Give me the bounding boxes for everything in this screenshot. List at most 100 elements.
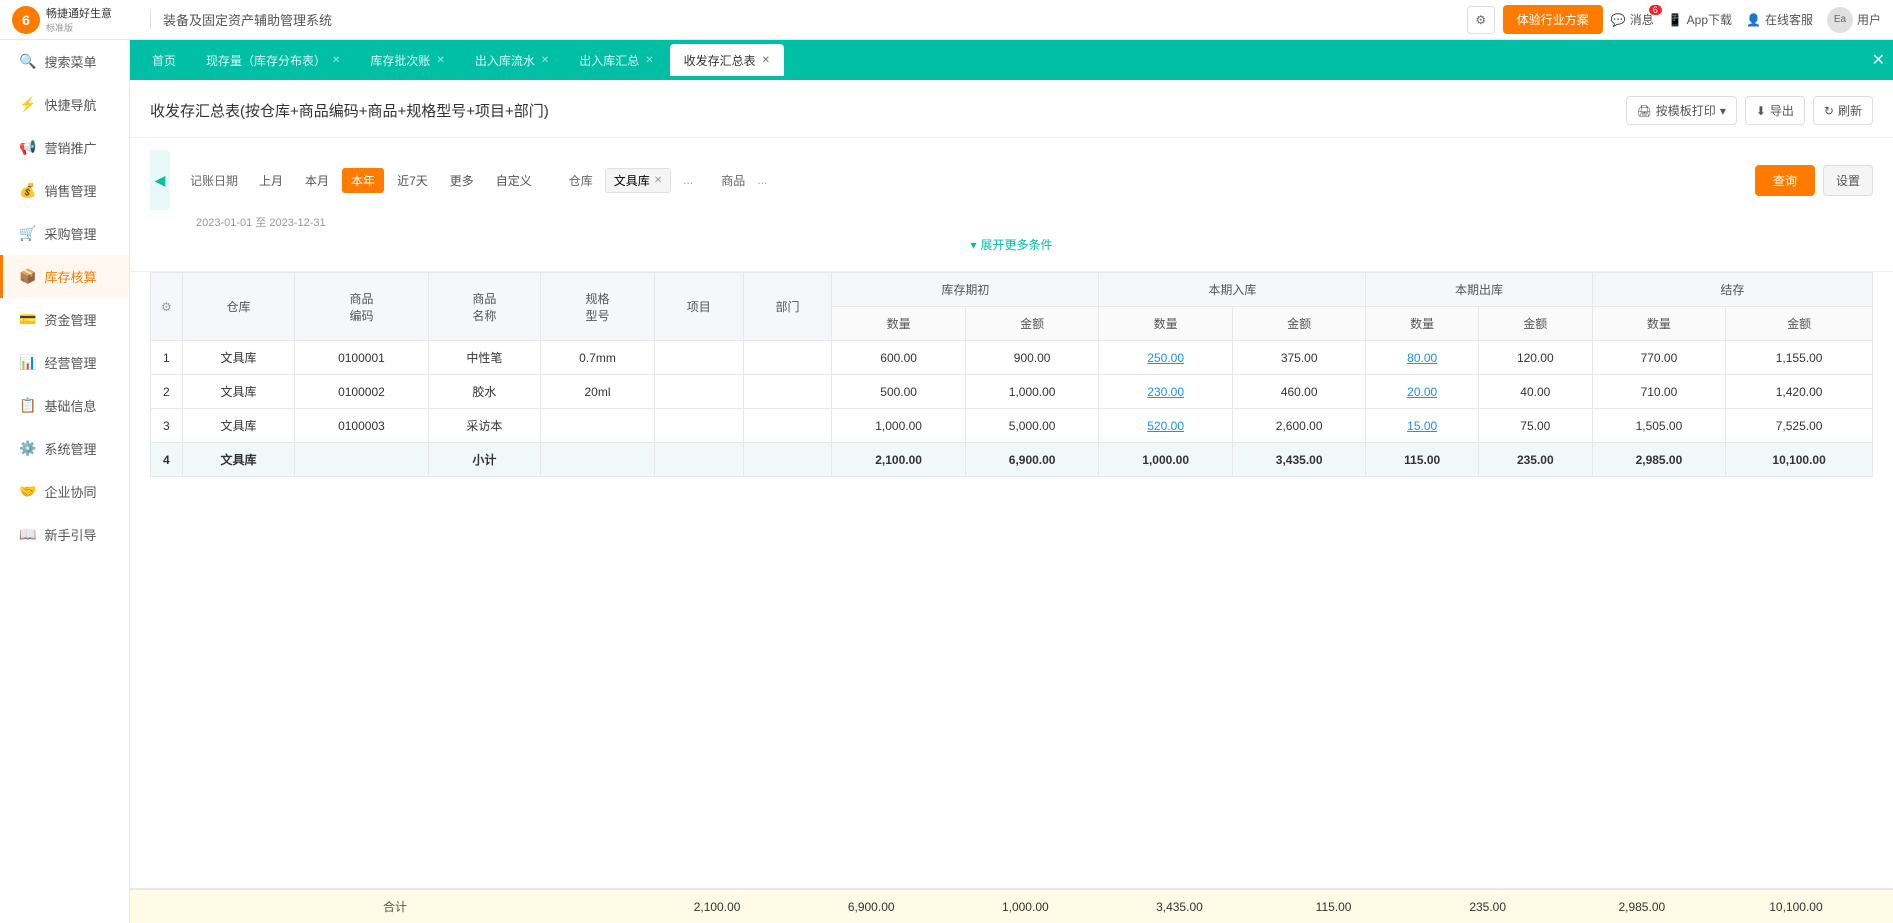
- row-out-qty[interactable]: 115.00: [1366, 443, 1478, 477]
- tab-in-out-summary[interactable]: 出入库汇总 ✕: [565, 44, 667, 76]
- row-in-qty[interactable]: 1,000.00: [1099, 443, 1233, 477]
- date-btn-7days[interactable]: 近7天: [388, 168, 437, 193]
- filter-toggle-arrow[interactable]: ◀: [150, 150, 170, 210]
- row-in-qty[interactable]: 250.00: [1099, 341, 1233, 375]
- warehouse-tag-close[interactable]: ✕: [654, 175, 662, 186]
- top-right: 💬 消息 6 📱 App下载 👤 在线客服 Ea 用户: [1611, 7, 1881, 33]
- goods-more-btn[interactable]: ...: [757, 173, 767, 187]
- row-out-amt: 75.00: [1478, 409, 1592, 443]
- row-dept: [743, 409, 832, 443]
- sidebar-label-guide: 新手引导: [44, 525, 96, 544]
- sidebar-item-quick-nav[interactable]: ⚡ 快捷导航: [0, 83, 129, 126]
- col-current-in: 本期入库: [1099, 273, 1366, 307]
- app-download-btn[interactable]: 📱 App下载: [1668, 11, 1732, 28]
- export-icon: ⬇: [1756, 104, 1766, 118]
- search-icon: 🔍: [19, 53, 36, 70]
- row-no: 1: [151, 341, 183, 375]
- tab-in-out-flow-label: 出入库流水: [475, 52, 535, 69]
- goods-filter-label: 商品: [721, 172, 745, 189]
- sidebar: 🔍 搜索菜单 ⚡ 快捷导航 📢 营销推广 💰 销售管理 🛒 采购管理 📦 库存核…: [0, 40, 130, 923]
- print-icon: 🖨: [1637, 104, 1652, 118]
- table-settings-icon[interactable]: ⚙: [161, 300, 172, 314]
- service-icon: 👤: [1746, 13, 1761, 27]
- online-service-btn[interactable]: 👤 在线客服: [1746, 11, 1813, 28]
- footer-label-area: 合计: [150, 898, 640, 915]
- row-out-qty[interactable]: 80.00: [1366, 341, 1478, 375]
- message-badge: 6: [1649, 5, 1662, 15]
- date-btn-more[interactable]: 更多: [441, 168, 483, 193]
- row-bal-amt: 1,155.00: [1726, 341, 1873, 375]
- export-label: 导出: [1770, 102, 1794, 119]
- col-code: 商品编码: [295, 273, 429, 341]
- sidebar-item-cooperation[interactable]: 🤝 企业协同: [0, 470, 129, 513]
- sidebar-item-purchase[interactable]: 🛒 采购管理: [0, 212, 129, 255]
- tab-inventory-dist[interactable]: 现存量（库存分布表） ✕: [192, 44, 354, 76]
- tab-home[interactable]: 首页: [138, 44, 190, 76]
- tab-in-out-summary-close[interactable]: ✕: [645, 55, 653, 66]
- refresh-btn[interactable]: ↻ 刷新: [1813, 96, 1873, 125]
- footer-bal-qty: 2,985.00: [1565, 900, 1719, 914]
- row-in-qty[interactable]: 520.00: [1099, 409, 1233, 443]
- row-code: 0100001: [295, 341, 429, 375]
- row-out-qty[interactable]: 20.00: [1366, 375, 1478, 409]
- sidebar-item-sales[interactable]: 💰 销售管理: [0, 169, 129, 212]
- tab-in-out-flow[interactable]: 出入库流水 ✕: [461, 44, 563, 76]
- page-actions: 🖨 按模板打印 ▾ ⬇ 导出 ↻ 刷新: [1626, 96, 1873, 125]
- warehouse-tag-text: 文具库: [614, 172, 650, 189]
- user-label: 用户: [1857, 11, 1881, 28]
- print-btn[interactable]: 🖨 按模板打印 ▾: [1626, 96, 1737, 125]
- top-bar: 6 畅捷通好生意 标准版 装备及固定资产辅助管理系统 ⚙ 体验行业方案 💬 消息…: [0, 0, 1893, 40]
- sidebar-item-finance[interactable]: 💳 资金管理: [0, 298, 129, 341]
- sidebar-item-system[interactable]: ⚙️ 系统管理: [0, 427, 129, 470]
- row-opening-qty: 2,100.00: [832, 443, 966, 477]
- tab-batch-ledger[interactable]: 库存批次账 ✕: [356, 44, 458, 76]
- row-in-qty[interactable]: 230.00: [1099, 375, 1233, 409]
- cooperation-icon: 🤝: [19, 483, 36, 500]
- tab-recv-send-summary[interactable]: 收发存汇总表 ✕: [670, 44, 784, 76]
- tab-recv-send-summary-close[interactable]: ✕: [762, 55, 770, 66]
- date-shortcuts: 上月 本月 本年 近7天 更多 自定义: [250, 168, 541, 193]
- row-opening-qty: 600.00: [832, 341, 966, 375]
- basic-info-icon: 📋: [19, 397, 36, 414]
- col-current-out: 本期出库: [1366, 273, 1592, 307]
- row-in-amt: 3,435.00: [1232, 443, 1366, 477]
- message-icon: 💬: [1611, 13, 1626, 27]
- sidebar-item-operations[interactable]: 📊 经营管理: [0, 341, 129, 384]
- warehouse-more-btn[interactable]: ...: [683, 173, 693, 187]
- close-all-tabs-btn[interactable]: ✕: [1872, 50, 1885, 70]
- try-industry-button[interactable]: 体验行业方案: [1503, 5, 1603, 34]
- query-button[interactable]: 查询: [1755, 165, 1815, 196]
- purchase-icon: 🛒: [19, 225, 36, 242]
- sidebar-item-marketing[interactable]: 📢 营销推广: [0, 126, 129, 169]
- user-btn[interactable]: Ea 用户: [1827, 7, 1881, 33]
- row-out-qty[interactable]: 15.00: [1366, 409, 1478, 443]
- date-btn-this-year[interactable]: 本年: [342, 168, 384, 193]
- settings-button[interactable]: 设置: [1823, 165, 1873, 196]
- date-btn-this-month[interactable]: 本月: [296, 168, 338, 193]
- row-project: [654, 409, 743, 443]
- tab-in-out-flow-close[interactable]: ✕: [541, 55, 549, 66]
- sidebar-item-search[interactable]: 🔍 搜索菜单: [0, 40, 129, 83]
- footer-in-amt: 3,435.00: [1102, 900, 1256, 914]
- marketing-icon: 📢: [19, 139, 36, 156]
- logo-badge: 标准版: [46, 21, 112, 34]
- row-code: 0100002: [295, 375, 429, 409]
- row-name: 小计: [428, 443, 540, 477]
- export-btn[interactable]: ⬇ 导出: [1745, 96, 1805, 125]
- sidebar-label-marketing: 营销推广: [44, 138, 96, 157]
- settings-icon-btn[interactable]: ⚙: [1467, 6, 1495, 34]
- date-btn-custom[interactable]: 自定义: [487, 168, 541, 193]
- row-no: 3: [151, 409, 183, 443]
- sidebar-item-basic-info[interactable]: 📋 基础信息: [0, 384, 129, 427]
- sidebar-label-finance: 资金管理: [44, 310, 96, 329]
- table-row: 4文具库小计2,100.006,900.001,000.003,435.0011…: [151, 443, 1873, 477]
- messages-btn[interactable]: 💬 消息 6: [1611, 11, 1654, 28]
- tab-batch-ledger-close[interactable]: ✕: [436, 55, 444, 66]
- date-btn-last-month[interactable]: 上月: [250, 168, 292, 193]
- row-opening-qty: 500.00: [832, 375, 966, 409]
- expand-more-btn[interactable]: ▾ 展开更多条件: [150, 230, 1873, 259]
- sidebar-item-inventory[interactable]: 📦 库存核算: [0, 255, 129, 298]
- tab-inventory-dist-close[interactable]: ✕: [332, 55, 340, 66]
- row-bal-qty: 710.00: [1592, 375, 1726, 409]
- sidebar-item-guide[interactable]: 📖 新手引导: [0, 513, 129, 556]
